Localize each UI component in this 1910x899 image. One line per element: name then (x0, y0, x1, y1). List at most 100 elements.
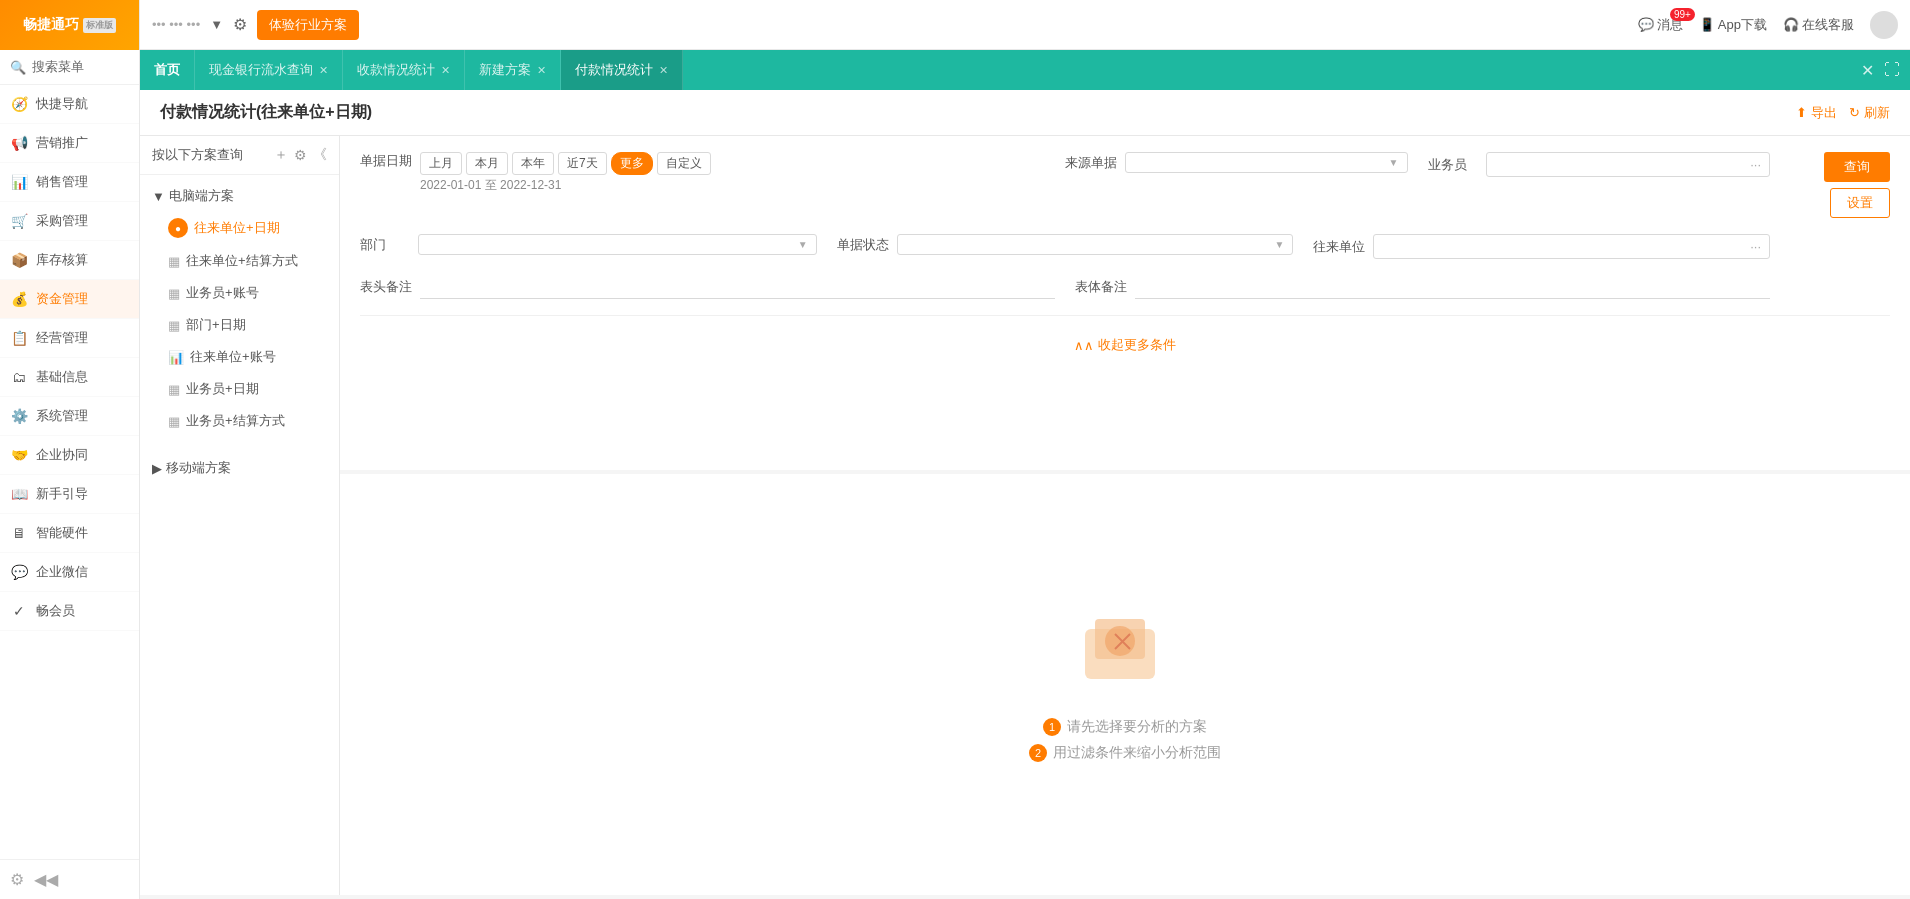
marketing-icon: 📢 (10, 134, 28, 152)
setting-button[interactable]: 设置 (1830, 188, 1890, 218)
header-note-group: 表头备注 (360, 275, 1055, 299)
inventory-icon: 📦 (10, 251, 28, 269)
message-button[interactable]: 💬 消息 99+ (1638, 16, 1683, 34)
tab-new-plan[interactable]: 新建方案 ✕ (465, 50, 561, 90)
tab-payment[interactable]: 付款情况统计 ✕ (561, 50, 683, 90)
scheme-item-dept-date[interactable]: ▦ 部门+日期 (140, 309, 339, 341)
sidebar-item-weixin[interactable]: 💬 企业微信 (0, 553, 139, 592)
sidebar-item-guide[interactable]: 📖 新手引导 (0, 475, 139, 514)
tab-home[interactable]: 首页 (140, 50, 195, 90)
scheme-item-staff-account[interactable]: ▦ 业务员+账号 (140, 277, 339, 309)
topbar-right: 💬 消息 99+ 📱 App下载 🎧 在线客服 (1638, 11, 1898, 39)
date-btn-more[interactable]: 更多 (611, 152, 653, 175)
refresh-button[interactable]: ↻ 刷新 (1849, 104, 1890, 122)
date-btn-last-month[interactable]: 上月 (420, 152, 462, 175)
service-button[interactable]: 🎧 在线客服 (1783, 16, 1854, 34)
app-download-button[interactable]: 📱 App下载 (1699, 16, 1767, 34)
scheme-panel-header: 按以下方案查询 ＋ ⚙ 《 (140, 136, 339, 175)
scheme-item-unit-account[interactable]: 📊 往来单位+账号 (140, 341, 339, 373)
source-filter-group: 来源单据 ▼ (1065, 152, 1408, 173)
filter-actions: 查询 设置 (1790, 152, 1890, 218)
tab-expand-icon[interactable]: ⛶ (1884, 61, 1900, 79)
staff-filter-group: 业务员 ··· (1428, 152, 1771, 177)
filter-panel: 单据日期 上月 本月 本年 近7天 更多 自定义 20 (340, 136, 1910, 470)
sidebar-item-system[interactable]: ⚙️ 系统管理 (0, 397, 139, 436)
basic-icon: 🗂 (10, 368, 28, 386)
date-btn-7days[interactable]: 近7天 (558, 152, 607, 175)
query-button[interactable]: 查询 (1824, 152, 1890, 182)
collapse-scheme-icon[interactable]: 《 (313, 146, 327, 164)
sidebar-label-guide: 新手引导 (36, 485, 88, 503)
search-menu-label: 搜索菜单 (32, 58, 84, 76)
unit-select[interactable]: ··· (1373, 234, 1770, 259)
scheme-item-unit-date[interactable]: ● 往来单位+日期 (140, 211, 339, 245)
topbar-gear-icon[interactable]: ⚙ (233, 15, 247, 34)
body-note-input[interactable] (1135, 275, 1770, 299)
dropdown-icon[interactable]: ▼ (210, 17, 223, 32)
system-icon: ⚙️ (10, 407, 28, 425)
collapse-button[interactable]: ∧∧ 收起更多条件 (360, 336, 1890, 354)
scheme-item-label-0: 往来单位+日期 (194, 219, 280, 237)
unit-dots-icon: ··· (1750, 239, 1761, 254)
scheme-item-label-4: 往来单位+账号 (190, 348, 276, 366)
tab-receivable[interactable]: 收款情况统计 ✕ (343, 50, 465, 90)
export-button[interactable]: ⬆ 导出 (1796, 104, 1837, 122)
empty-hint-1-text: 请先选择要分析的方案 (1067, 718, 1207, 736)
pc-group-title[interactable]: ▼ 电脑端方案 (140, 181, 339, 211)
app-label: App下载 (1718, 16, 1767, 34)
search-menu[interactable]: 🔍 搜索菜单 (0, 50, 139, 85)
trial-button[interactable]: 体验行业方案 (257, 10, 359, 40)
tab-bank-close[interactable]: ✕ (319, 64, 328, 77)
date-btn-this-month[interactable]: 本月 (466, 152, 508, 175)
empty-hint-2-text: 用过滤条件来缩小分析范围 (1053, 744, 1221, 762)
scheme-item-unit-settle[interactable]: ▦ 往来单位+结算方式 (140, 245, 339, 277)
dept-select[interactable]: ▼ (418, 234, 817, 255)
sidebar-item-member[interactable]: ✓ 畅会员 (0, 592, 139, 631)
sidebar-item-enterprise[interactable]: 🤝 企业协同 (0, 436, 139, 475)
quick-nav-icon: 🧭 (10, 95, 28, 113)
collapse-area: ∧∧ 收起更多条件 (360, 315, 1890, 354)
brand-name: 畅捷通巧 (23, 16, 79, 34)
scheme-item-icon-6: ▦ (168, 414, 180, 429)
sidebar-item-sales[interactable]: 📊 销售管理 (0, 163, 139, 202)
tab-close-all-icon[interactable]: ✕ (1861, 61, 1874, 80)
empty-hint-1: 1 请先选择要分析的方案 (1043, 718, 1207, 736)
manage-scheme-icon[interactable]: ⚙ (294, 147, 307, 163)
staff-select[interactable]: ··· (1486, 152, 1771, 177)
tab-receivable-close[interactable]: ✕ (441, 64, 450, 77)
settings-icon[interactable]: ⚙ (10, 870, 24, 889)
add-scheme-icon[interactable]: ＋ (274, 146, 288, 164)
mobile-group-title[interactable]: ▶ 移动端方案 (140, 453, 339, 483)
tab-new-plan-close[interactable]: ✕ (537, 64, 546, 77)
date-btn-this-year[interactable]: 本年 (512, 152, 554, 175)
header-note-input[interactable] (420, 275, 1055, 299)
doc-status-select[interactable]: ▼ (897, 234, 1294, 255)
scheme-item-staff-date[interactable]: ▦ 业务员+日期 (140, 373, 339, 405)
sidebar-item-marketing[interactable]: 📢 营销推广 (0, 124, 139, 163)
empty-illustration (1065, 599, 1185, 702)
topbar-logo-text: ••• ••• ••• (152, 17, 200, 32)
source-select[interactable]: ▼ (1125, 152, 1408, 173)
sidebar-label-system: 系统管理 (36, 407, 88, 425)
sidebar-item-operation[interactable]: 📋 经营管理 (0, 319, 139, 358)
sidebar-item-purchase[interactable]: 🛒 采购管理 (0, 202, 139, 241)
user-avatar[interactable] (1870, 11, 1898, 39)
scheme-panel: 按以下方案查询 ＋ ⚙ 《 ▼ 电脑端方案 ● 往来单位+日期 (140, 136, 340, 895)
tab-payment-close[interactable]: ✕ (659, 64, 668, 77)
guide-icon: 📖 (10, 485, 28, 503)
mobile-group-label: 移动端方案 (166, 459, 231, 477)
sidebar-item-hardware[interactable]: 🖥 智能硬件 (0, 514, 139, 553)
sidebar-item-capital[interactable]: 💰 资金管理 (0, 280, 139, 319)
scheme-item-icon-1: ▦ (168, 254, 180, 269)
tab-bank[interactable]: 现金银行流水查询 ✕ (195, 50, 343, 90)
collapse-sidebar-icon[interactable]: ◀◀ (34, 870, 58, 889)
staff-dots-icon: ··· (1750, 157, 1761, 172)
date-btn-custom[interactable]: 自定义 (657, 152, 711, 175)
scheme-item-staff-settle[interactable]: ▦ 业务员+结算方式 (140, 405, 339, 437)
sidebar-item-inventory[interactable]: 📦 库存核算 (0, 241, 139, 280)
body-layout: 按以下方案查询 ＋ ⚙ 《 ▼ 电脑端方案 ● 往来单位+日期 (140, 136, 1910, 895)
sidebar-item-basic[interactable]: 🗂 基础信息 (0, 358, 139, 397)
refresh-icon: ↻ (1849, 105, 1860, 120)
empty-state: 1 请先选择要分析的方案 2 用过滤条件来缩小分析范围 (340, 474, 1910, 896)
sidebar-item-quick-nav[interactable]: 🧭 快捷导航 (0, 85, 139, 124)
